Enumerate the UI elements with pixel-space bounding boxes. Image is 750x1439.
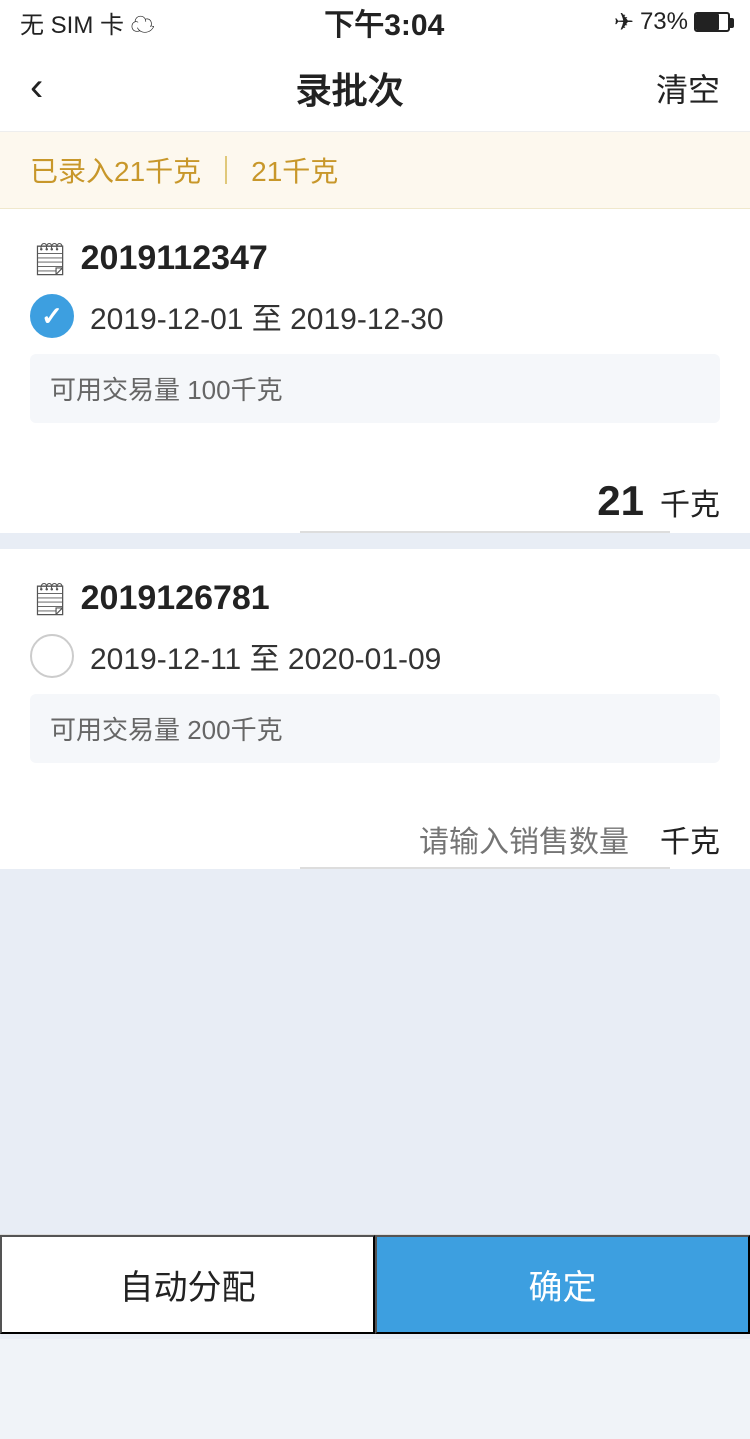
batch-2-icon: 🗒 [30,580,71,618]
sim-label: 无 SIM 卡 ☁ [20,5,155,40]
batch-2-date: 2019-12-11 至 2020-01-09 [90,634,441,678]
batch-card-2: 🗒 2019126781 2019-12-11 至 2020-01-09 可用交… [0,549,750,869]
batch-1-row[interactable]: 2019-12-01 至 2019-12-30 [30,294,720,338]
auto-distribute-button[interactable]: 自动分配 [0,1235,375,1334]
nav-bar: ‹ 录批次 清空 [0,44,750,132]
batch-card-1: 🗒 2019112347 2019-12-01 至 2019-12-30 可用交… [0,209,750,533]
batch-1-available: 可用交易量 100千克 [30,354,720,423]
batch-1-amount: 21 [597,477,644,525]
batch-1-header: 🗒 2019112347 [30,239,720,278]
recorded-amount-value: 21千克 [251,150,338,190]
status-right: ✈ 73% [614,8,730,37]
info-divider [225,156,227,184]
batch-card-2-inner: 🗒 2019126781 2019-12-11 至 2020-01-09 可用交… [0,549,750,799]
batch-1-radio[interactable] [30,294,74,338]
batch-1-unit: 千克 [660,480,720,524]
back-button[interactable]: ‹ [30,65,43,110]
batch-2-qty-input[interactable] [324,826,644,860]
status-left: 无 SIM 卡 ☁ [20,5,155,40]
battery-label: 73% [640,8,688,36]
batch-2-radio[interactable] [30,634,74,678]
status-bar: 无 SIM 卡 ☁ 下午3:04 ✈ 73% [0,0,750,44]
batch-2-input-row[interactable]: 千克 [0,799,750,861]
batch-card-1-inner: 🗒 2019112347 2019-12-01 至 2019-12-30 可用交… [0,209,750,459]
batch-1-amount-row: 21 千克 [0,459,750,525]
bottom-bar: 自动分配 确定 [0,1234,750,1334]
page-title: 录批次 [296,62,404,114]
batch-2-header: 🗒 2019126781 [30,579,720,618]
section-divider [0,533,750,549]
batch-2-id: 2019126781 [81,579,270,618]
battery-icon [694,12,730,32]
info-banner: 已录入21千克 21千克 [0,132,750,209]
batch-2-unit: 千克 [660,817,720,861]
recorded-amount-label: 已录入21千克 [30,150,201,190]
batch-1-date: 2019-12-01 至 2019-12-30 [90,294,444,338]
batch-1-icon: 🗒 [30,240,71,278]
status-time: 下午3:04 [324,0,444,44]
location-icon: ✈ [614,8,634,37]
batch-2-available: 可用交易量 200千克 [30,694,720,763]
batch-1-id: 2019112347 [81,239,268,278]
batch-2-row[interactable]: 2019-12-11 至 2020-01-09 [30,634,720,678]
clear-button[interactable]: 清空 [656,65,720,111]
confirm-button[interactable]: 确定 [375,1235,750,1334]
